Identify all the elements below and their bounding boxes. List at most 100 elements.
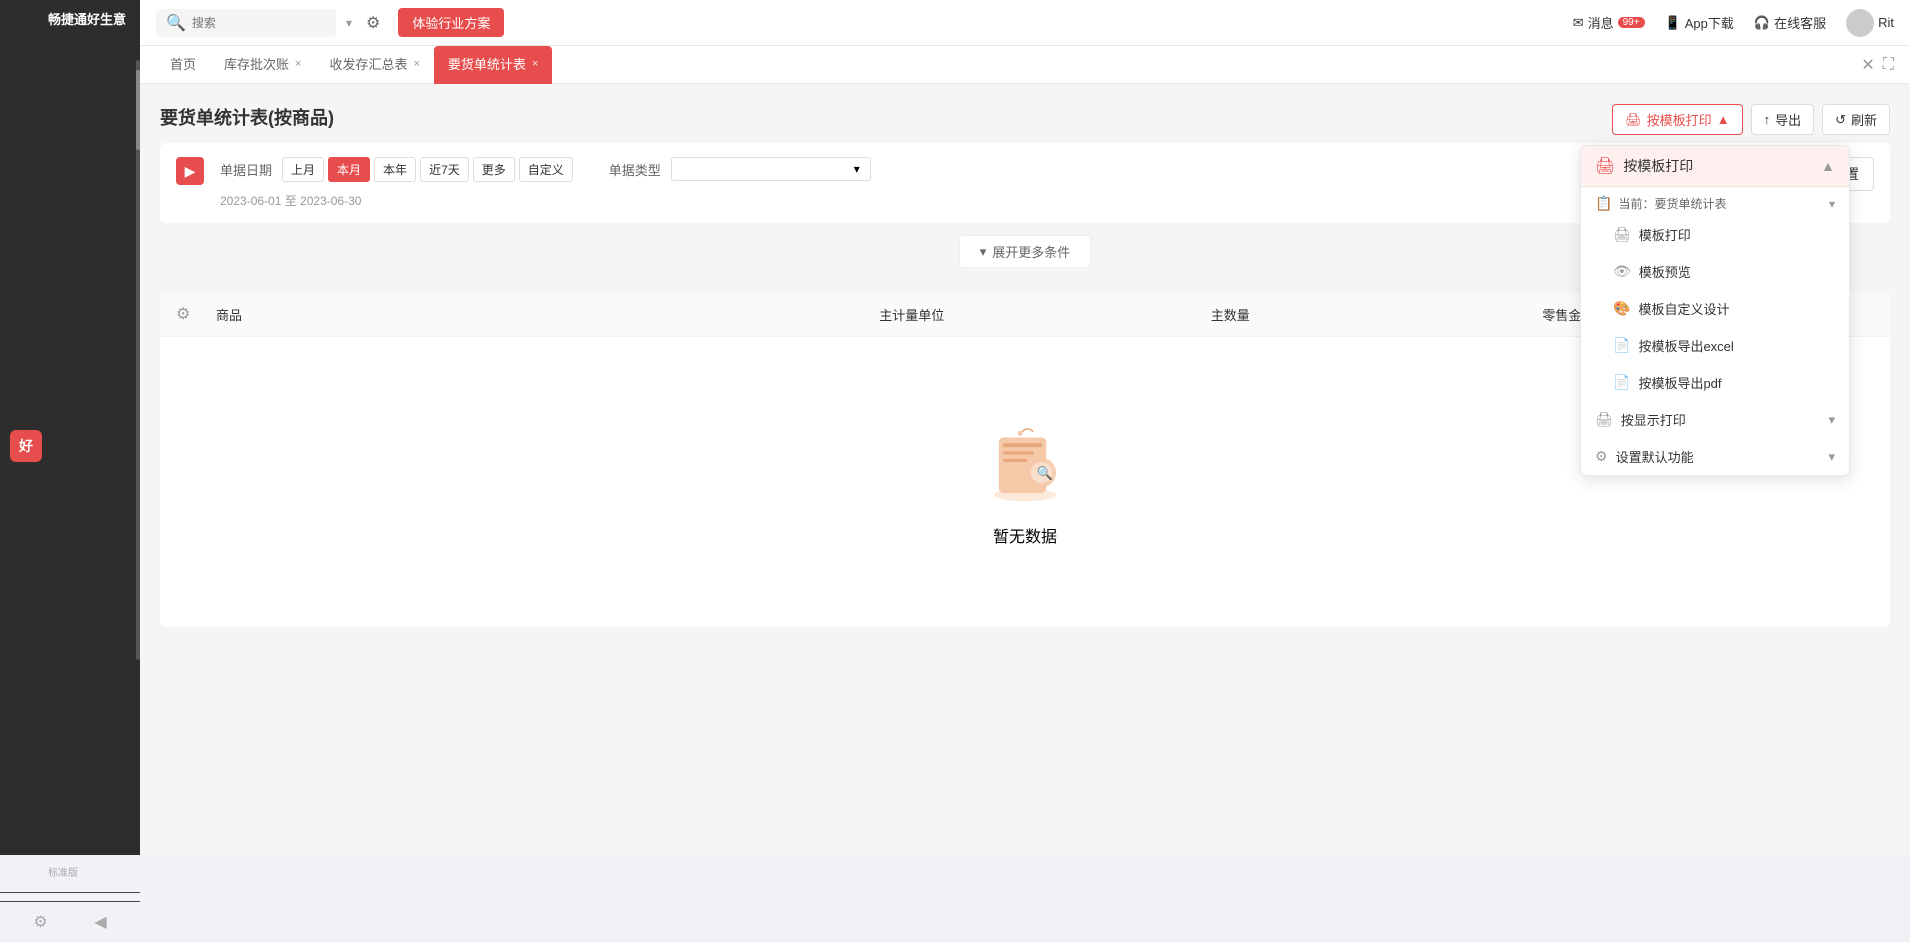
template-print-item-label: 模板打印 bbox=[1639, 225, 1691, 244]
col-unit-label: 主计量单位 bbox=[879, 308, 944, 323]
date-btn-more[interactable]: 更多 bbox=[473, 157, 515, 182]
dropdown-default-func-left: ⚙ 设置默认功能 bbox=[1595, 447, 1694, 466]
sidebar: 好 畅捷通好生意 标准版 🔍 搜索菜单 ⚡ 快捷导航 📢 营销推广 📊 销售管理… bbox=[0, 0, 140, 855]
export-label: 导出 bbox=[1775, 110, 1801, 129]
export-pdf-label: 按模板导出pdf bbox=[1638, 373, 1721, 392]
dropdown-item-template-design[interactable]: 🎨 模板自定义设计 bbox=[1581, 290, 1849, 327]
date-btn-prev[interactable]: 上月 bbox=[282, 157, 324, 182]
user-name: Rit bbox=[1878, 15, 1894, 30]
template-design-icon: 🎨 bbox=[1613, 300, 1630, 317]
message-badge: 99+ bbox=[1618, 17, 1645, 28]
display-print-icon: 🖨 bbox=[1595, 411, 1613, 428]
filter-expand-btn[interactable]: ▶ bbox=[176, 157, 204, 185]
filter-group-type: 单据类型 ▾ bbox=[609, 157, 871, 181]
search-icon: 🔍 bbox=[166, 13, 186, 33]
filter-row-date: 单据日期 上月 本月 本年 近7天 更多 自定义 bbox=[220, 157, 573, 182]
message-icon: ✉ bbox=[1573, 15, 1584, 31]
dropdown-header: 🖨 按模板打印 ▲ bbox=[1581, 146, 1849, 187]
topbar-chevron-icon[interactable]: ▾ bbox=[346, 16, 352, 30]
topbar-right: ✉ 消息 99+ 📱 App下载 🎧 在线客服 Rit bbox=[1573, 9, 1894, 37]
tab-inventory-batch-close[interactable]: × bbox=[295, 58, 301, 70]
dropdown-item-export-excel[interactable]: 📄 按模板导出excel bbox=[1581, 327, 1849, 364]
online-service-label: 在线客服 bbox=[1774, 13, 1826, 32]
dropdown-item-template-print[interactable]: 🖨 模板打印 bbox=[1581, 216, 1849, 253]
template-preview-icon: 👁 bbox=[1613, 263, 1631, 280]
tab-order-stats-close[interactable]: × bbox=[532, 58, 538, 70]
refresh-icon: ↺ bbox=[1835, 112, 1846, 128]
dropdown-current-chevron[interactable]: ▾ bbox=[1829, 197, 1835, 211]
dropdown-display-print[interactable]: 🖨 按显示打印 ▾ bbox=[1581, 401, 1849, 438]
date-range-display: 2023-06-01 至 2023-06-30 bbox=[220, 192, 573, 209]
export-pdf-icon: 📄 bbox=[1613, 374, 1630, 391]
tab-inventory-batch[interactable]: 库存批次账 × bbox=[210, 46, 315, 84]
expand-more-label: 展开更多条件 bbox=[992, 242, 1070, 261]
dropdown-current-section: 📋 当前：要货单统计表 ▾ bbox=[1581, 187, 1849, 216]
app-download-label: App下载 bbox=[1685, 13, 1734, 32]
dropdown-item-template-preview[interactable]: 👁 模板预览 bbox=[1581, 253, 1849, 290]
avatar bbox=[1846, 9, 1874, 37]
message-label: 消息 bbox=[1588, 13, 1614, 32]
refresh-button[interactable]: ↺ 刷新 bbox=[1822, 104, 1890, 135]
dropdown-current-label: 当前：要货单统计表 bbox=[1618, 195, 1726, 212]
template-print-label: 按模板打印 bbox=[1647, 110, 1712, 129]
export-icon: ↑ bbox=[1764, 112, 1771, 127]
date-filter-label: 单据日期 bbox=[220, 160, 272, 179]
tab-expand-icon[interactable]: ⛶ bbox=[1883, 56, 1894, 74]
order-type-select[interactable]: ▾ bbox=[671, 157, 871, 181]
tab-home[interactable]: 首页 bbox=[156, 46, 210, 84]
trial-button[interactable]: 体验行业方案 bbox=[398, 8, 504, 37]
template-preview-label: 模板预览 bbox=[1639, 262, 1691, 281]
filter-group-date: 单据日期 上月 本月 本年 近7天 更多 自定义 2023-06-01 至 20… bbox=[220, 157, 573, 209]
sidebar-logo: 好 畅捷通好生意 标准版 bbox=[0, 0, 140, 893]
dropdown-title: 按模板打印 bbox=[1623, 156, 1693, 176]
tab-order-stats[interactable]: 要货单统计表 × bbox=[434, 46, 552, 84]
col-settings[interactable]: ⚙ bbox=[176, 304, 216, 324]
tabs-right: ✕ ⛶ bbox=[1861, 55, 1894, 75]
template-print-item-icon: 🖨 bbox=[1613, 226, 1631, 243]
printer-icon: 🖨 bbox=[1625, 112, 1642, 128]
topbar-search-box[interactable]: 🔍 bbox=[156, 9, 336, 37]
empty-text: 暂无数据 bbox=[993, 523, 1057, 547]
headset-icon: 🎧 bbox=[1754, 15, 1770, 31]
dropdown-close-chevron[interactable]: ▲ bbox=[1821, 158, 1835, 174]
date-btn-year[interactable]: 本年 bbox=[374, 157, 416, 182]
tab-receipt-summary[interactable]: 收发存汇总表 × bbox=[315, 46, 433, 84]
col-settings-icon[interactable]: ⚙ bbox=[176, 306, 190, 323]
template-print-chevron: ▲ bbox=[1717, 112, 1730, 127]
logo-badge: 标准版 bbox=[48, 867, 126, 880]
current-doc-icon: 📋 bbox=[1595, 195, 1612, 212]
tab-receipt-summary-close[interactable]: × bbox=[413, 58, 419, 70]
message-item[interactable]: ✉ 消息 99+ bbox=[1573, 13, 1645, 32]
default-func-chevron: ▾ bbox=[1828, 449, 1835, 465]
template-design-label: 模板自定义设计 bbox=[1638, 299, 1729, 318]
sidebar-nav: 🔍 搜索菜单 ⚡ 快捷导航 📢 营销推广 📊 销售管理 🛒 采购管理 📦 库存核… bbox=[0, 893, 140, 901]
user-avatar-item[interactable]: Rit bbox=[1846, 9, 1894, 37]
online-service-item[interactable]: 🎧 在线客服 bbox=[1754, 13, 1826, 32]
dropdown-printer-icon: 🖨 bbox=[1595, 156, 1615, 176]
filter-top-row: 要货单统计表(按商品) 🖨 按模板打印 ▲ ↑ 导出 ↺ 刷新 bbox=[160, 104, 1890, 135]
dropdown-item-export-pdf[interactable]: 📄 按模板导出pdf bbox=[1581, 364, 1849, 401]
dropdown-header-left: 🖨 按模板打印 bbox=[1595, 156, 1693, 176]
template-print-button[interactable]: 🖨 按模板打印 ▲ bbox=[1612, 104, 1742, 135]
page-title: 要货单统计表(按商品) bbox=[160, 104, 334, 130]
tab-close-all-icon[interactable]: ✕ bbox=[1861, 55, 1874, 75]
date-btn-7days[interactable]: 近7天 bbox=[420, 157, 469, 182]
app-download-item[interactable]: 📱 App下载 bbox=[1665, 13, 1734, 32]
collapse-icon[interactable]: ◀ bbox=[94, 912, 106, 932]
dropdown-default-func[interactable]: ⚙ 设置默认功能 ▾ bbox=[1581, 438, 1849, 475]
refresh-label: 刷新 bbox=[1851, 110, 1877, 129]
date-btn-current[interactable]: 本月 bbox=[328, 157, 370, 182]
topbar-gear-icon[interactable]: ⚙ bbox=[366, 13, 380, 33]
export-button[interactable]: ↑ 导出 bbox=[1751, 104, 1815, 135]
sidebar-bottom: ⚙ ◀ bbox=[0, 901, 140, 942]
order-type-value bbox=[682, 162, 759, 176]
tab-receipt-summary-label: 收发存汇总表 bbox=[329, 54, 407, 73]
col-qty: 主数量 bbox=[1211, 305, 1543, 324]
topbar: 🔍 ▾ ⚙ 体验行业方案 ✉ 消息 99+ 📱 App下载 🎧 在线客服 Rit bbox=[140, 0, 1910, 46]
expand-more-btn[interactable]: ▾ 展开更多条件 bbox=[959, 235, 1092, 268]
logo-text: 畅捷通好生意 标准版 bbox=[48, 12, 126, 880]
date-btn-custom[interactable]: 自定义 bbox=[519, 157, 573, 182]
template-print-dropdown: 🖨 按模板打印 ▲ 📋 当前：要货单统计表 ▾ 🖨 模板打印 👁 模板预览 🎨 … bbox=[1580, 145, 1850, 476]
search-input[interactable] bbox=[192, 16, 312, 30]
settings-bottom-icon[interactable]: ⚙ bbox=[33, 912, 47, 932]
